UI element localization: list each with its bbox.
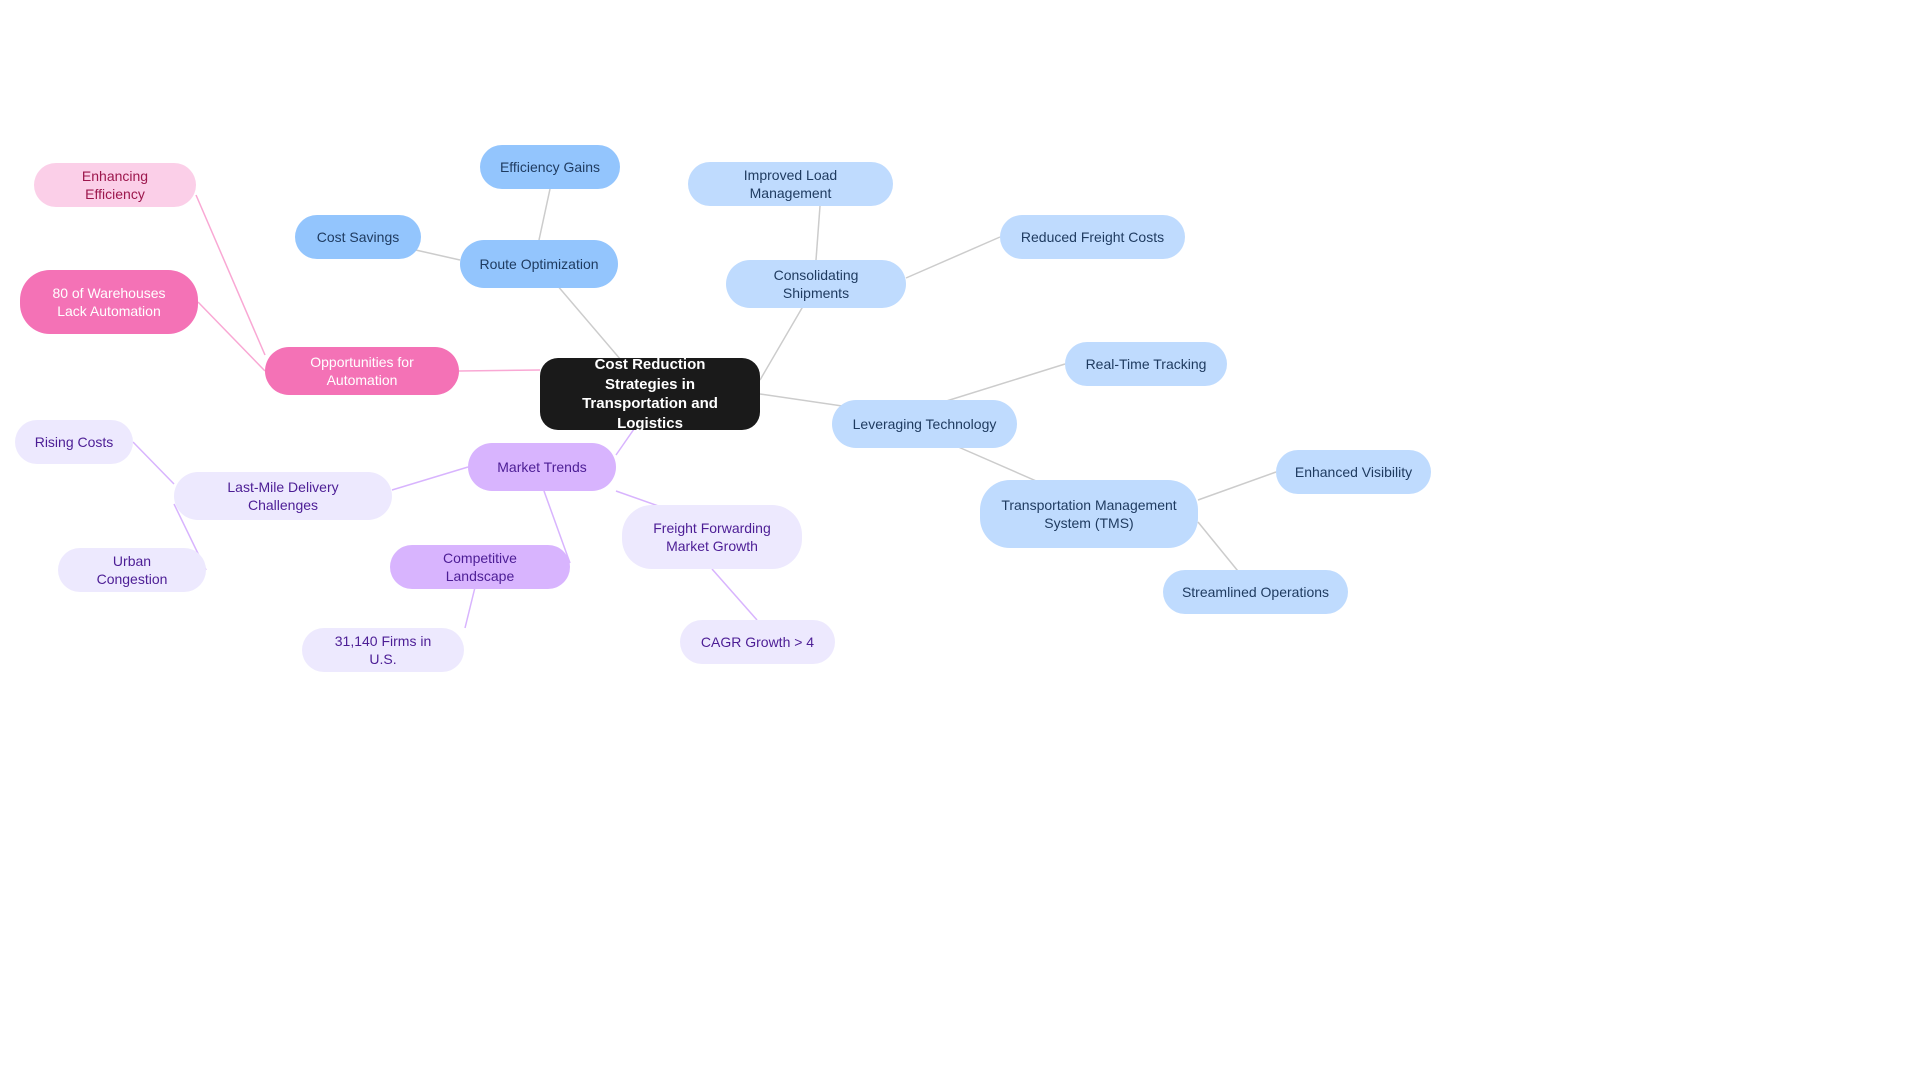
rising-costs-node: Rising Costs	[15, 420, 133, 464]
leveraging-technology-node: Leveraging Technology	[832, 400, 1017, 448]
enhanced-visibility-node: Enhanced Visibility	[1276, 450, 1431, 494]
competitive-landscape-node: Competitive Landscape	[390, 545, 570, 589]
center-node: Cost Reduction Strategies in Transportat…	[540, 358, 760, 430]
efficiency-gains-node: Efficiency Gains	[480, 145, 620, 189]
cost-savings-node: Cost Savings	[295, 215, 421, 259]
route-optimization-node: Route Optimization	[460, 240, 618, 288]
firms-us-node: 31,140 Firms in U.S.	[302, 628, 464, 672]
warehouses-lack-automation-node: 80 of Warehouses Lack Automation	[20, 270, 198, 334]
improved-load-management-node: Improved Load Management	[688, 162, 893, 206]
urban-congestion-node: Urban Congestion	[58, 548, 206, 592]
market-trends-node: Market Trends	[468, 443, 616, 491]
reduced-freight-costs-node: Reduced Freight Costs	[1000, 215, 1185, 259]
consolidating-shipments-node: Consolidating Shipments	[726, 260, 906, 308]
streamlined-operations-node: Streamlined Operations	[1163, 570, 1348, 614]
enhancing-efficiency-node: Enhancing Efficiency	[34, 163, 196, 207]
opportunities-automation-node: Opportunities for Automation	[265, 347, 459, 395]
tms-node: Transportation Management System (TMS)	[980, 480, 1198, 548]
freight-market-growth-node: Freight Forwarding Market Growth	[622, 505, 802, 569]
real-time-tracking-node: Real-Time Tracking	[1065, 342, 1227, 386]
last-mile-delivery-node: Last-Mile Delivery Challenges	[174, 472, 392, 520]
cagr-growth-node: CAGR Growth > 4	[680, 620, 835, 664]
